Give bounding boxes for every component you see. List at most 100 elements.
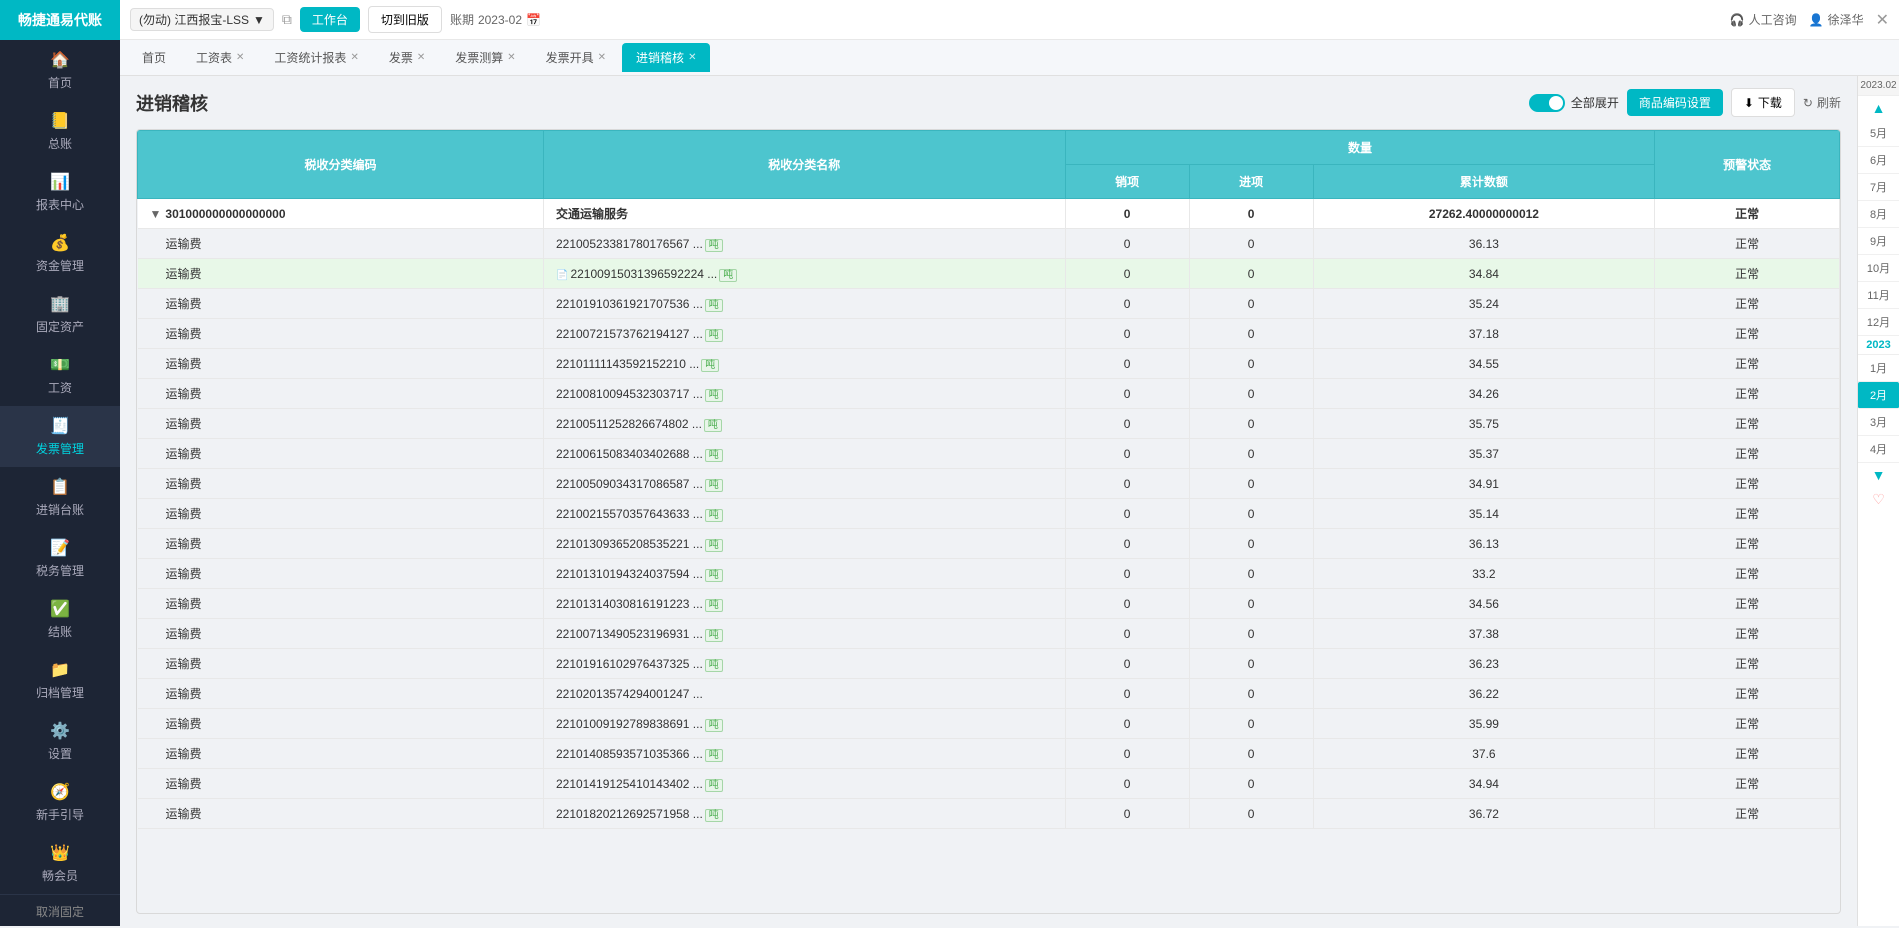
close-button[interactable]: ✕ [1876, 10, 1889, 30]
service-label: 人工咨询 [1749, 11, 1797, 28]
tab-invoice[interactable]: 发票 ✕ [375, 43, 439, 72]
table-cell-cumulative: 37.38 [1313, 619, 1655, 649]
user-menu[interactable]: 👤 徐泽华 [1809, 11, 1864, 28]
calendar-month-1[interactable]: 1月 [1858, 355, 1899, 382]
table-cell-sales: 0 [1065, 439, 1189, 469]
sidebar-item-ledger[interactable]: 📒 总账 [0, 101, 120, 162]
table-cell-sales: 0 [1065, 259, 1189, 289]
table-cell-purchase: 0 [1189, 559, 1313, 589]
table-cell-tax-code: 22100615083403402688 ...吨 [543, 439, 1065, 469]
sidebar-item-assets[interactable]: 🏢 固定资产 [0, 284, 120, 345]
calendar-month-12[interactable]: 12月 [1858, 309, 1899, 336]
sidebar-item-ledger2[interactable]: 📋 进销台账 [0, 467, 120, 528]
sidebar-item-guide[interactable]: 🧭 新手引导 [0, 772, 120, 833]
table-cell-cumulative: 36.13 [1313, 229, 1655, 259]
table-cell-tax-code: 22100721573762194127 ...吨 [543, 319, 1065, 349]
sidebar-label-tax: 税务管理 [36, 562, 84, 579]
report-icon: 📊 [50, 172, 70, 192]
table-cell-tax-code: 22100509034317086587 ...吨 [543, 469, 1065, 499]
unpin-button[interactable]: 取消固定 [0, 894, 120, 928]
tab-salary-table[interactable]: 工资表 ✕ [182, 43, 258, 72]
close-icon[interactable]: ✕ [688, 52, 696, 63]
close-icon[interactable]: ✕ [417, 52, 425, 63]
tab-invoice-open[interactable]: 发票开具 ✕ [532, 43, 620, 72]
guide-icon: 🧭 [50, 782, 70, 802]
calendar-month-3[interactable]: 3月 [1858, 409, 1899, 436]
col-header-cumulative: 累计数额 [1313, 165, 1655, 199]
calendar-month-8[interactable]: 8月 [1858, 201, 1899, 228]
close-icon[interactable]: ✕ [350, 52, 358, 63]
sidebar-item-settle[interactable]: ✅ 结账 [0, 589, 120, 650]
tab-sales-audit[interactable]: 进销稽核 ✕ [622, 43, 710, 72]
table-cell-status: 正常 [1655, 799, 1840, 829]
main-table[interactable]: 税收分类编码 税收分类名称 数量 预警状态 销项 进项 累计数额 [136, 129, 1841, 914]
col-header-code: 税收分类编码 [138, 131, 544, 199]
company-selector[interactable]: (勿动) 江西报宝-LSS ▼ [130, 8, 274, 31]
username: 徐泽华 [1828, 11, 1864, 28]
customer-service[interactable]: 🎧 人工咨询 [1730, 11, 1797, 28]
content-area: 进销稽核 全部展开 商品编码设置 ⬇ 下载 ↻ 刷新 [120, 76, 1899, 926]
sidebar-item-invoice[interactable]: 🧾 发票管理 [0, 406, 120, 467]
settings-button[interactable]: 商品编码设置 [1627, 89, 1723, 116]
member-icon: 👑 [50, 843, 70, 863]
calendar-down-arrow[interactable]: ▼ [1858, 463, 1899, 487]
table-cell-item-name: 运输费 [138, 379, 544, 409]
calendar-month-6[interactable]: 6月 [1858, 147, 1899, 174]
workspace-button[interactable]: 工作台 [300, 7, 360, 32]
tab-invoice-calc[interactable]: 发票测算 ✕ [441, 43, 529, 72]
table-cell-item-name: 运输费 [138, 529, 544, 559]
col-header-quantity-group: 数量 [1065, 131, 1655, 165]
table-cell-cumulative: 34.56 [1313, 589, 1655, 619]
calendar-month-10[interactable]: 10月 [1858, 255, 1899, 282]
sidebar-item-settings[interactable]: ⚙️ 设置 [0, 711, 120, 772]
topbar: (勿动) 江西报宝-LSS ▼ ⧉ 工作台 切到旧版 账期 2023-02 📅 … [120, 0, 1899, 40]
switch-version-button[interactable]: 切到旧版 [368, 6, 442, 33]
calendar-month-11[interactable]: 11月 [1858, 282, 1899, 309]
calendar-month-9[interactable]: 9月 [1858, 228, 1899, 255]
sidebar-item-member[interactable]: 👑 畅会员 [0, 833, 120, 894]
table-cell-status: 正常 [1655, 559, 1840, 589]
close-icon[interactable]: ✕ [598, 52, 606, 63]
table-cell-sales: 0 [1065, 199, 1189, 229]
table-cell-sales: 0 [1065, 349, 1189, 379]
sidebar-item-funds[interactable]: 💰 资金管理 [0, 223, 120, 284]
ledger-icon: 📒 [50, 111, 70, 131]
close-icon[interactable]: ✕ [236, 52, 244, 63]
calendar-icon[interactable]: 📅 [526, 13, 541, 27]
tab-bar: 首页 工资表 ✕ 工资统计报表 ✕ 发票 ✕ 发票测算 ✕ 发票开具 ✕ 进销稽… [120, 40, 1899, 76]
page-content: 进销稽核 全部展开 商品编码设置 ⬇ 下载 ↻ 刷新 [120, 76, 1857, 926]
table-cell-status: 正常 [1655, 769, 1840, 799]
table-cell-purchase: 0 [1189, 709, 1313, 739]
tab-home-label: 首页 [142, 49, 166, 66]
calendar-month-4[interactable]: 4月 [1858, 436, 1899, 463]
refresh-button[interactable]: ↻ 刷新 [1803, 94, 1841, 111]
period-info: 账期 2023-02 📅 [450, 11, 541, 28]
sidebar-item-archive[interactable]: 📁 归档管理 [0, 650, 120, 711]
download-button[interactable]: ⬇ 下载 [1731, 88, 1795, 117]
calendar-month-2[interactable]: 2月 [1858, 382, 1899, 409]
col-header-sales: 销项 [1065, 165, 1189, 199]
tab-salary-report[interactable]: 工资统计报表 ✕ [260, 43, 372, 72]
expand-toggle[interactable]: 全部展开 [1529, 94, 1619, 112]
table-cell-purchase: 0 [1189, 529, 1313, 559]
table-cell-purchase: 0 [1189, 499, 1313, 529]
sidebar-item-home[interactable]: 🏠 首页 [0, 40, 120, 101]
table-cell-item-name: 运输费 [138, 259, 544, 289]
table-cell-item-name: 运输费 [138, 349, 544, 379]
calendar-month-7[interactable]: 7月 [1858, 174, 1899, 201]
sidebar-item-report[interactable]: 📊 报表中心 [0, 162, 120, 223]
table-cell-item-name: 运输费 [138, 619, 544, 649]
sidebar-label-assets: 固定资产 [36, 318, 84, 335]
favorite-icon[interactable]: ♡ [1858, 487, 1899, 512]
tab-home[interactable]: 首页 [128, 43, 180, 72]
toggle-switch[interactable] [1529, 94, 1565, 112]
table-cell-tax-code: 22101408593571035366 ...吨 [543, 739, 1065, 769]
sidebar-item-salary[interactable]: 💵 工资 [0, 345, 120, 406]
calendar-up-arrow[interactable]: ▲ [1858, 96, 1899, 120]
calendar-month-5[interactable]: 5月 [1858, 120, 1899, 147]
sidebar-item-tax[interactable]: 📝 税务管理 [0, 528, 120, 589]
close-icon[interactable]: ✕ [507, 52, 515, 63]
table-cell-cumulative: 36.72 [1313, 799, 1655, 829]
tab-invoice-calc-label: 发票测算 [455, 49, 503, 66]
table-cell-item-name: 运输费 [138, 409, 544, 439]
